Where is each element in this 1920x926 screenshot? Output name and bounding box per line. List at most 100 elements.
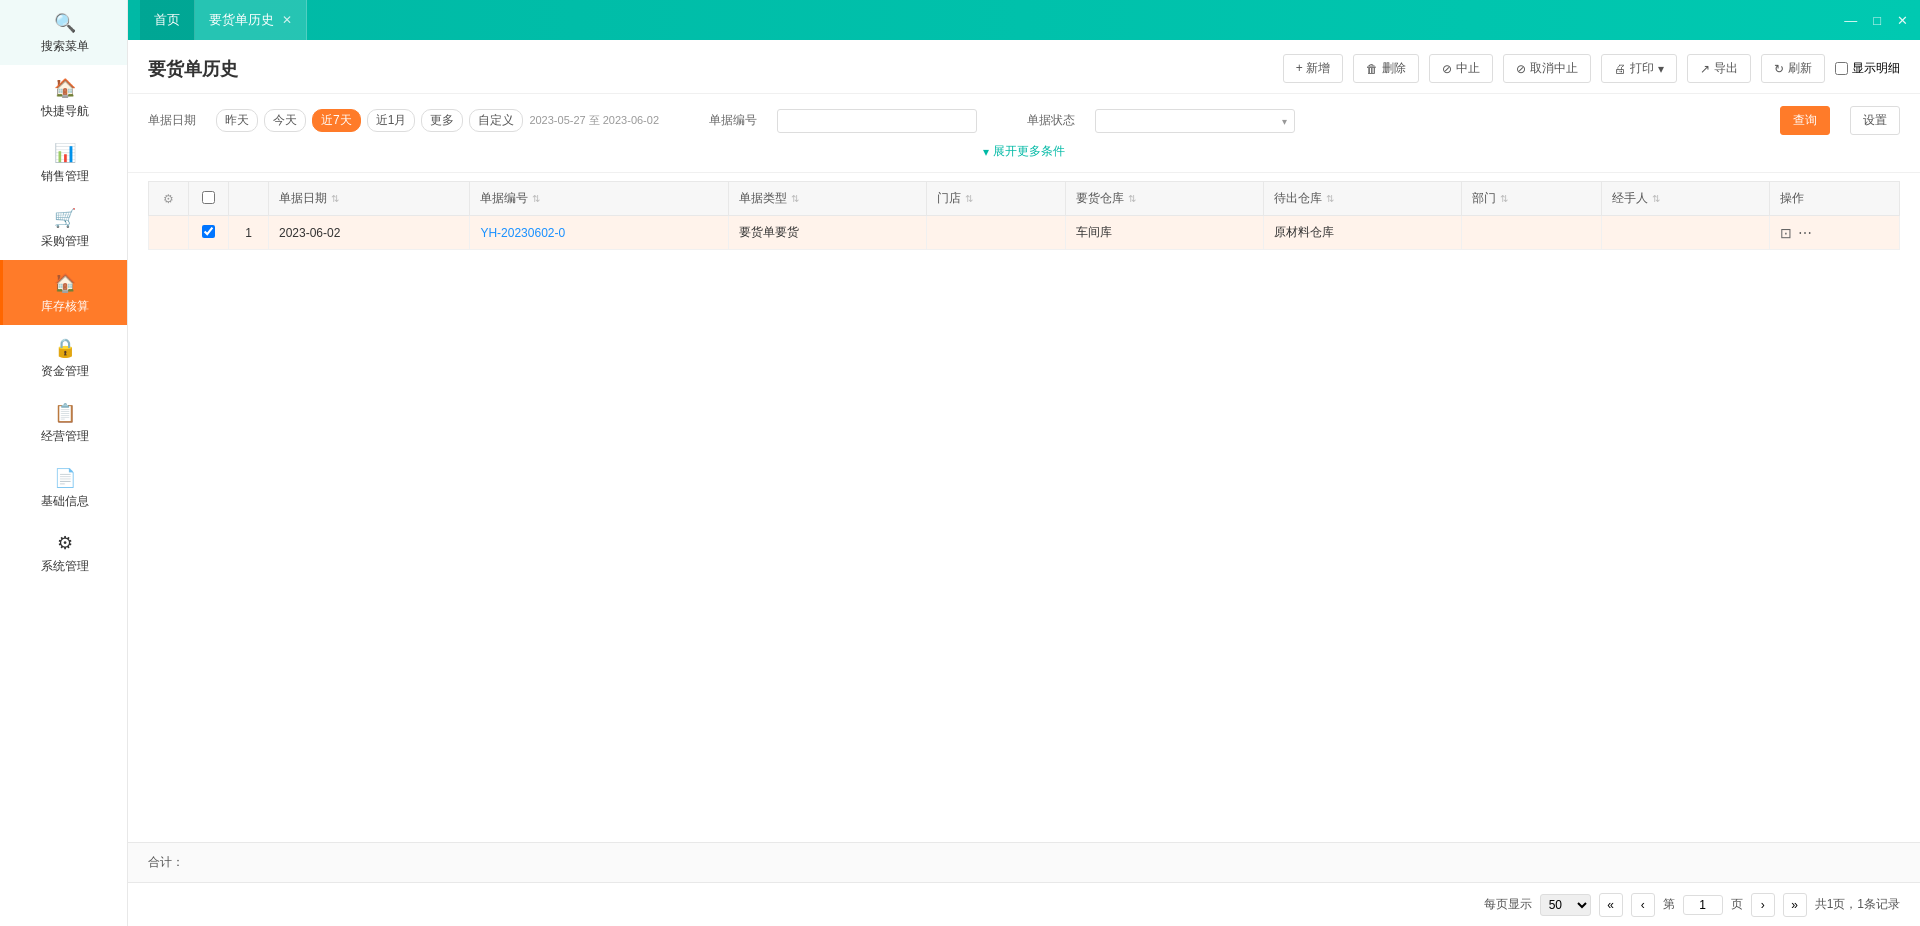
bill-no-link[interactable]: YH-20230602-0 — [480, 226, 565, 240]
th-checkbox[interactable] — [189, 182, 229, 216]
main-area: 首页要货单历史✕ — □ ✕ 要货单历史 + 新增 🗑 删除 ⊘ 中止 ⊘ — [128, 0, 1920, 926]
cell-store — [926, 216, 1065, 250]
table-row: 1 2023-06-02 YH-20230602-0 要货单要货 车间库 原材料… — [149, 216, 1900, 250]
sidebar-item-finance[interactable]: 🔒 资金管理 — [0, 325, 127, 390]
print-button[interactable]: 🖨 打印 ▾ — [1601, 54, 1677, 83]
sidebar-item-operations[interactable]: 📋 经营管理 — [0, 390, 127, 455]
per-page-label: 每页显示 — [1484, 896, 1532, 913]
tab-close-history[interactable]: ✕ — [282, 13, 292, 27]
cell-bill-date: 2023-06-02 — [269, 216, 470, 250]
th-bill-no[interactable]: 单据编号⇅ — [470, 182, 729, 216]
action-view-icon[interactable]: ⊡ — [1780, 225, 1792, 241]
top-bar: 首页要货单历史✕ — □ ✕ — [128, 0, 1920, 40]
sidebar-label-operations: 经营管理 — [41, 428, 89, 445]
th-require-warehouse[interactable]: 要货仓库⇅ — [1066, 182, 1264, 216]
export-button[interactable]: ↗ 导出 — [1687, 54, 1751, 83]
bill-no-label: 单据编号 — [709, 112, 757, 129]
cancel-stop-icon: ⊘ — [1516, 62, 1526, 76]
th-action: 操作 — [1770, 182, 1900, 216]
expand-more-btn[interactable]: ▾ 展开更多条件 — [148, 143, 1900, 160]
bill-status-select[interactable] — [1095, 109, 1295, 133]
first-page-button[interactable]: « — [1599, 893, 1623, 917]
sidebar-item-quick-nav[interactable]: 🏠 快捷导航 — [0, 65, 127, 130]
last-page-button[interactable]: » — [1783, 893, 1807, 917]
bill-date-label: 单据日期 — [148, 112, 196, 129]
stop-button[interactable]: ⊘ 中止 — [1429, 54, 1493, 83]
th-num — [229, 182, 269, 216]
th-bill-type[interactable]: 单据类型⇅ — [728, 182, 926, 216]
content-area: 要货单历史 + 新增 🗑 删除 ⊘ 中止 ⊘ 取消中止 🖨 打印 — [128, 40, 1920, 926]
cell-department — [1462, 216, 1601, 250]
purchase-icon: 🛒 — [54, 207, 76, 229]
export-icon: ↗ — [1700, 62, 1710, 76]
cell-pending-warehouse: 原材料仓库 — [1264, 216, 1462, 250]
cell-checkbox[interactable] — [189, 216, 229, 250]
toolbar: + 新增 🗑 删除 ⊘ 中止 ⊘ 取消中止 🖨 打印 ▾ — [1283, 54, 1900, 83]
page-label: 第 — [1663, 896, 1675, 913]
date-last-month[interactable]: 近1月 — [367, 109, 416, 132]
select-all-checkbox[interactable] — [202, 191, 215, 204]
display-detail-checkbox[interactable]: 显示明细 — [1835, 60, 1900, 77]
sidebar-item-purchase[interactable]: 🛒 采购管理 — [0, 195, 127, 260]
sidebar-item-system[interactable]: ⚙ 系统管理 — [0, 520, 127, 585]
th-store[interactable]: 门店⇅ — [926, 182, 1065, 216]
tab-label-home: 首页 — [154, 11, 180, 29]
th-settings[interactable]: ⚙ — [149, 182, 189, 216]
page-input[interactable] — [1683, 895, 1723, 915]
sidebar-item-basic[interactable]: 📄 基础信息 — [0, 455, 127, 520]
date-range-display: 2023-05-27 至 2023-06-02 — [529, 113, 659, 128]
cell-bill-no[interactable]: YH-20230602-0 — [470, 216, 729, 250]
top-bar-right: — □ ✕ — [1844, 13, 1908, 28]
cell-handler — [1601, 216, 1770, 250]
sidebar-item-search[interactable]: 🔍 搜索菜单 — [0, 0, 127, 65]
date-more[interactable]: 更多 — [421, 109, 463, 132]
table-header-row: ⚙ 单据日期⇅ 单据编号⇅ 单据类型⇅ 门店⇅ 要货仓库⇅ 待出仓库⇅ 部门⇅ … — [149, 182, 1900, 216]
query-button[interactable]: 查询 — [1780, 106, 1830, 135]
minimize-button[interactable]: — — [1844, 13, 1857, 28]
stop-icon: ⊘ — [1442, 62, 1452, 76]
next-page-button[interactable]: › — [1751, 893, 1775, 917]
date-today[interactable]: 今天 — [264, 109, 306, 132]
maximize-button[interactable]: □ — [1873, 13, 1881, 28]
tab-history[interactable]: 要货单历史✕ — [195, 0, 307, 40]
prev-page-button[interactable]: ‹ — [1631, 893, 1655, 917]
bill-no-input[interactable] — [777, 109, 977, 133]
th-bill-date[interactable]: 单据日期⇅ — [269, 182, 470, 216]
settings-button[interactable]: 设置 — [1850, 106, 1900, 135]
gear-icon[interactable]: ⚙ — [163, 192, 174, 206]
sidebar: 🔍 搜索菜单 🏠 快捷导航 📊 销售管理 🛒 采购管理 🏠 库存核算 🔒 资金管… — [0, 0, 128, 926]
sidebar-label-sales: 销售管理 — [41, 168, 89, 185]
filter-row-1: 单据日期 昨天 今天 近7天 近1月 更多 自定义 2023-05-27 至 2… — [148, 106, 1900, 135]
date-filter-group: 昨天 今天 近7天 近1月 更多 自定义 2023-05-27 至 2023-0… — [216, 109, 659, 132]
sidebar-item-sales[interactable]: 📊 销售管理 — [0, 130, 127, 195]
cancel-stop-button[interactable]: ⊘ 取消中止 — [1503, 54, 1591, 83]
action-more-icon[interactable]: ⋯ — [1798, 225, 1812, 241]
filter-area: 单据日期 昨天 今天 近7天 近1月 更多 自定义 2023-05-27 至 2… — [128, 94, 1920, 173]
print-icon: 🖨 — [1614, 62, 1626, 76]
sidebar-label-basic: 基础信息 — [41, 493, 89, 510]
new-button[interactable]: + 新增 — [1283, 54, 1343, 83]
date-custom[interactable]: 自定义 — [469, 109, 523, 132]
th-handler[interactable]: 经手人⇅ — [1601, 182, 1770, 216]
sidebar-label-search: 搜索菜单 — [41, 38, 89, 55]
sidebar-label-purchase: 采购管理 — [41, 233, 89, 250]
basic-icon: 📄 — [54, 467, 76, 489]
tab-home[interactable]: 首页 — [140, 0, 195, 40]
finance-icon: 🔒 — [54, 337, 76, 359]
operations-icon: 📋 — [54, 402, 76, 424]
date-yesterday[interactable]: 昨天 — [216, 109, 258, 132]
quick-nav-icon: 🏠 — [54, 77, 76, 99]
expand-icon: ▾ — [983, 145, 989, 159]
per-page-select[interactable]: 50 10 20 100 — [1540, 894, 1591, 916]
th-department[interactable]: 部门⇅ — [1462, 182, 1601, 216]
sidebar-item-inventory[interactable]: 🏠 库存核算 — [0, 260, 127, 325]
delete-icon: 🗑 — [1366, 62, 1378, 76]
main-table: ⚙ 单据日期⇅ 单据编号⇅ 单据类型⇅ 门店⇅ 要货仓库⇅ 待出仓库⇅ 部门⇅ … — [148, 181, 1900, 250]
refresh-button[interactable]: ↻ 刷新 — [1761, 54, 1825, 83]
delete-button[interactable]: 🗑 删除 — [1353, 54, 1419, 83]
bill-status-select-wrapper: ▾ — [1095, 109, 1295, 133]
date-last7[interactable]: 近7天 — [312, 109, 361, 132]
sidebar-label-system: 系统管理 — [41, 558, 89, 575]
close-button[interactable]: ✕ — [1897, 13, 1908, 28]
th-pending-warehouse[interactable]: 待出仓库⇅ — [1264, 182, 1462, 216]
